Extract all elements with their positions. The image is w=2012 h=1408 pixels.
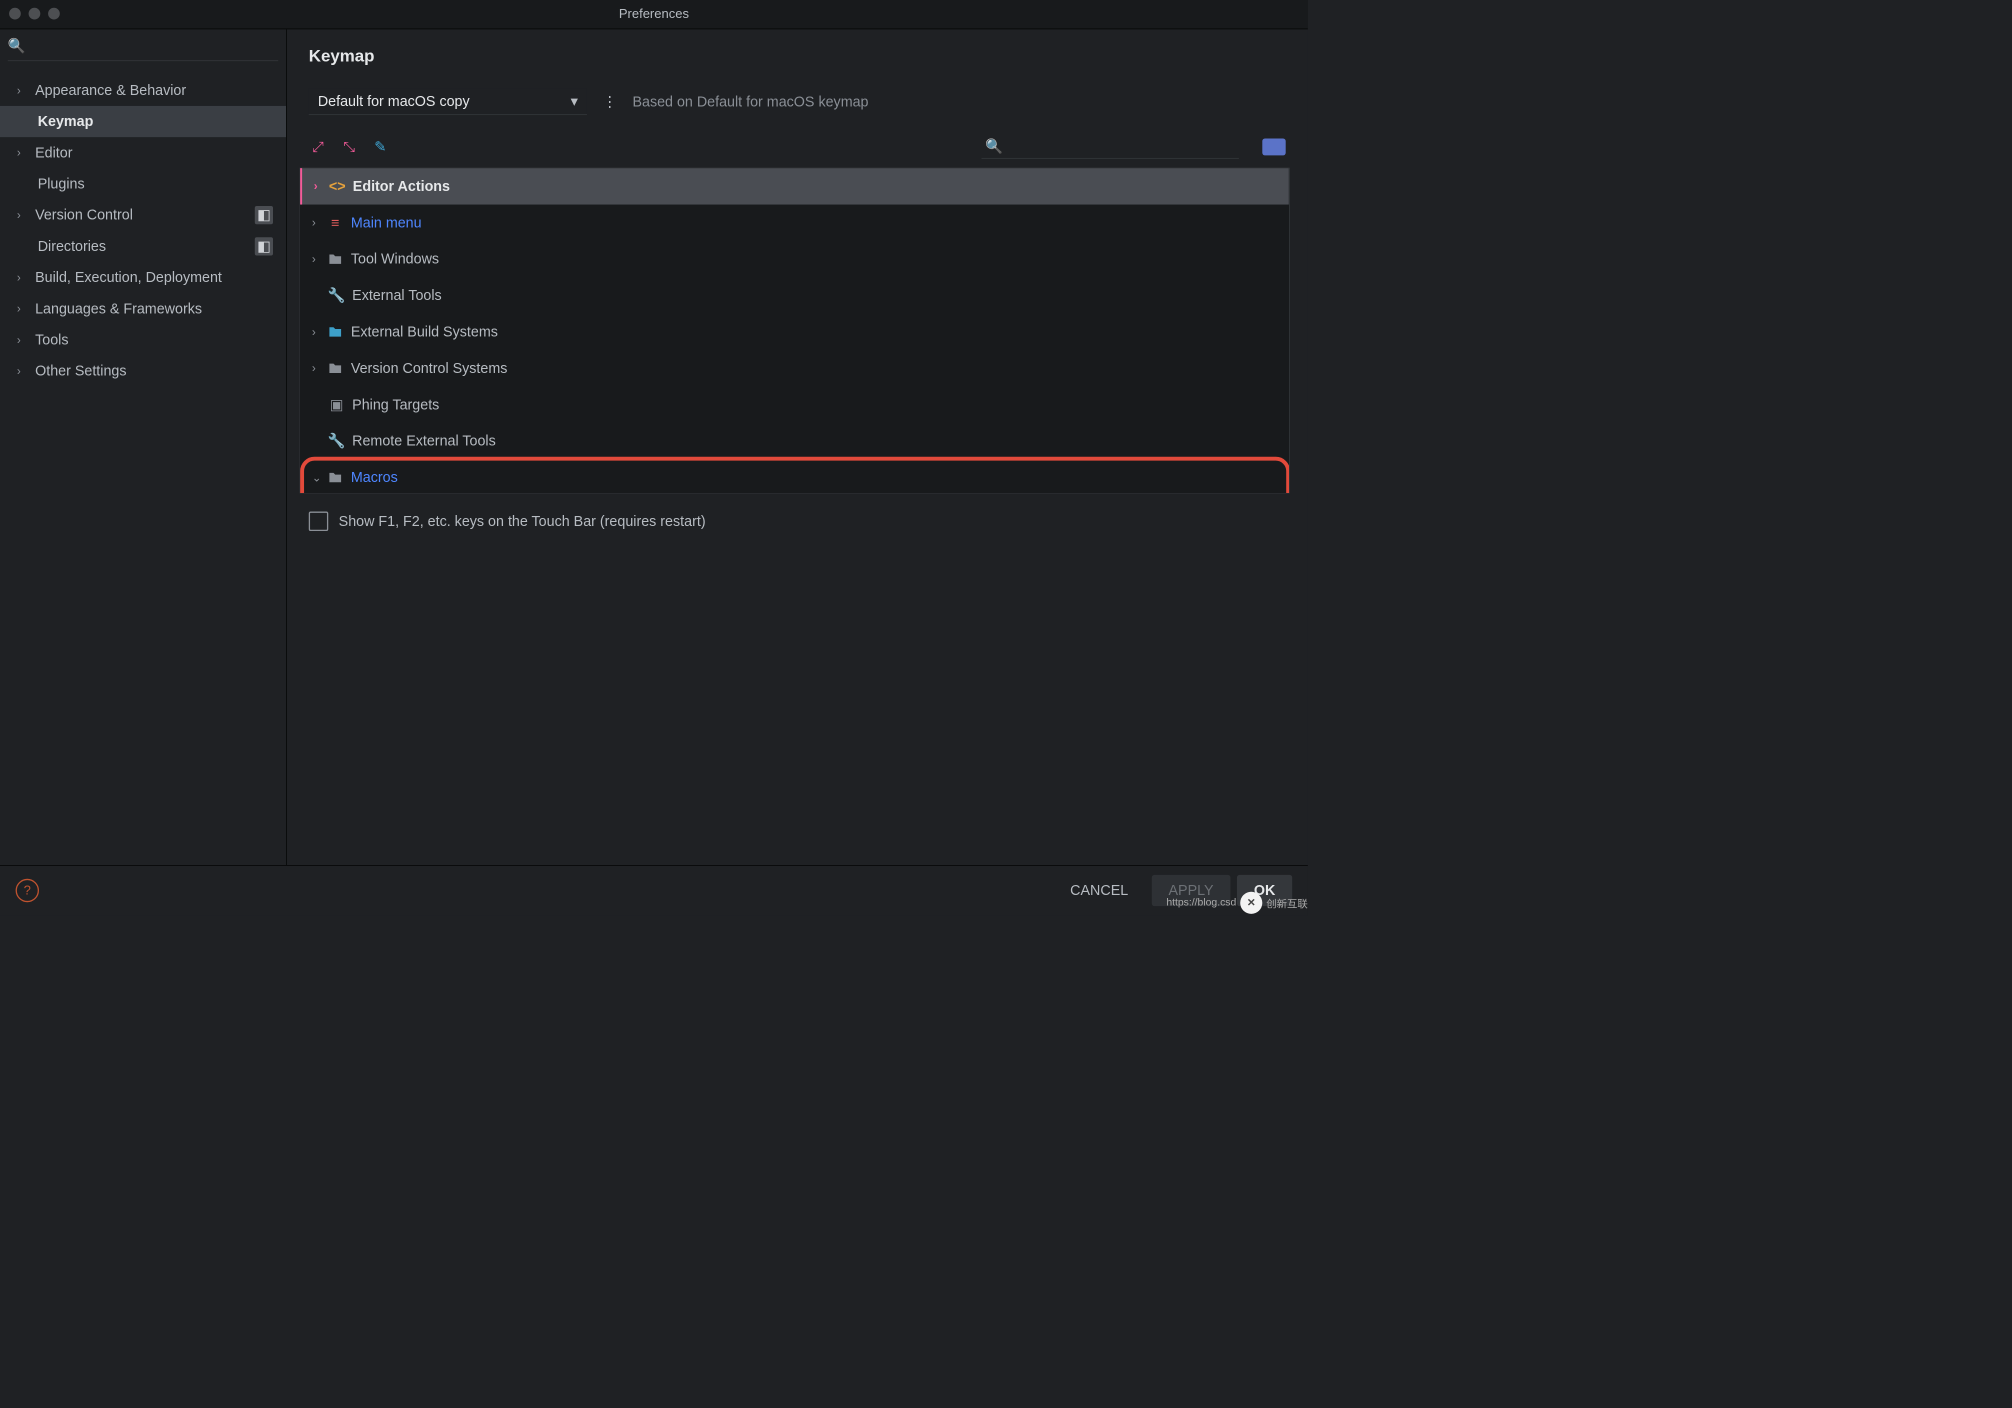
menu-icon: ≡ <box>326 214 344 231</box>
tree-item-external-tools[interactable]: 🔧 External Tools <box>300 278 1289 314</box>
watermark: https://blog.csd ✕ 创新互联 <box>1166 892 1307 914</box>
scheme-actions-icon[interactable]: ⋮ <box>603 93 617 110</box>
tree-item-tool-windows[interactable]: › Tool Windows <box>300 241 1289 277</box>
chevron-right-icon: › <box>17 208 29 222</box>
minimize-window-icon[interactable] <box>29 8 41 20</box>
sidebar-item-keymap[interactable]: Keymap <box>0 106 286 137</box>
watermark-logo-icon: ✕ <box>1240 892 1262 914</box>
folder-icon <box>326 326 344 338</box>
sidebar-item-plugins[interactable]: Plugins <box>0 168 286 199</box>
tree-item-label: Editor Actions <box>353 178 450 195</box>
tree-item-label: Phing Targets <box>352 397 439 414</box>
folder-icon <box>326 253 344 265</box>
expand-all-icon[interactable]: ⤢ <box>309 137 327 155</box>
sidebar-item-label: Languages & Frameworks <box>35 300 202 317</box>
help-icon[interactable]: ? <box>16 879 39 902</box>
phing-icon: ▣ <box>328 397 346 414</box>
watermark-url: https://blog.csd <box>1166 897 1236 909</box>
folder-icon <box>326 363 344 375</box>
chevron-right-icon: › <box>312 325 326 339</box>
sidebar-item-editor[interactable]: › Editor <box>0 137 286 168</box>
search-icon: 🔍 <box>985 138 1003 155</box>
sidebar-item-label: Plugins <box>38 176 85 193</box>
tree-item-label: External Tools <box>352 287 442 304</box>
based-on-label: Based on Default for macOS keymap <box>632 93 868 110</box>
tree-item-phing-targets[interactable]: ▣ Phing Targets <box>300 387 1289 423</box>
zoom-window-icon[interactable] <box>48 8 60 20</box>
chevron-right-icon: › <box>312 253 326 267</box>
watermark-brand: 创新互联 <box>1266 895 1308 911</box>
actions-search-input[interactable]: 🔍 <box>981 135 1238 159</box>
sidebar-item-label: Editor <box>35 144 72 161</box>
chevron-right-icon: › <box>17 84 29 98</box>
touchbar-checkbox[interactable] <box>309 511 329 531</box>
project-badge-icon: ◧ <box>255 206 273 224</box>
chevron-down-icon: ⌄ <box>312 471 326 485</box>
chevron-right-icon: › <box>17 364 29 378</box>
chevron-right-icon: › <box>314 180 328 194</box>
close-window-icon[interactable] <box>9 8 21 20</box>
sidebar-item-label: Tools <box>35 332 68 349</box>
chevron-right-icon: › <box>17 271 29 285</box>
sidebar-item-label: Appearance & Behavior <box>35 82 186 99</box>
tree-item-label: Remote External Tools <box>352 433 496 450</box>
sidebar-item-label: Keymap <box>38 113 94 130</box>
sidebar-item-other-settings[interactable]: › Other Settings <box>0 356 286 387</box>
chevron-right-icon: › <box>17 333 29 347</box>
wrench-icon: 🔧 <box>328 287 346 304</box>
tree-item-label: Main menu <box>351 214 422 231</box>
sidebar-item-directories[interactable]: Directories ◧ <box>0 231 286 262</box>
tree-item-label: Macros <box>351 469 398 486</box>
chevron-right-icon: › <box>17 302 29 316</box>
tree-item-remote-external-tools[interactable]: 🔧 Remote External Tools <box>300 423 1289 459</box>
actions-tree[interactable]: › <> Editor Actions › ≡ Main menu › Tool… <box>300 168 1290 493</box>
sidebar-item-label: Directories <box>38 238 106 255</box>
tree-item-external-build-systems[interactable]: › External Build Systems <box>300 314 1289 350</box>
sidebar-search[interactable]: 🔍 <box>0 29 286 71</box>
sidebar-item-label: Other Settings <box>35 363 126 380</box>
chevron-right-icon: › <box>312 216 326 230</box>
window-title: Preferences <box>619 7 689 22</box>
page-title: Keymap <box>309 46 1286 66</box>
window-controls <box>9 8 60 20</box>
keymap-scheme-value: Default for macOS copy <box>318 93 470 110</box>
sidebar-item-label: Build, Execution, Deployment <box>35 269 222 286</box>
wrench-icon: 🔧 <box>328 433 346 450</box>
preferences-sidebar: 🔍 ›Appearance & Behavior Keymap ›Editor … <box>0 29 287 865</box>
tree-item-label: Version Control Systems <box>351 360 508 377</box>
chevron-right-icon: › <box>17 146 29 160</box>
sidebar-item-vcs[interactable]: › Version Control ◧ <box>0 200 286 231</box>
tree-item-vcs[interactable]: › Version Control Systems <box>300 350 1289 386</box>
collapse-all-icon[interactable]: ⤡ <box>340 137 358 155</box>
titlebar: Preferences <box>0 0 1308 29</box>
project-badge-icon: ◧ <box>255 237 273 255</box>
sidebar-item-build[interactable]: › Build, Execution, Deployment <box>0 262 286 293</box>
tree-item-main-menu[interactable]: › ≡ Main menu <box>300 205 1289 241</box>
tree-item-label: External Build Systems <box>351 324 498 341</box>
cancel-button[interactable]: CANCEL <box>1053 875 1145 906</box>
code-icon: <> <box>328 178 346 195</box>
folder-icon <box>326 472 344 484</box>
sidebar-item-appearance[interactable]: › Appearance & Behavior <box>0 75 286 106</box>
sidebar-item-label: Version Control <box>35 207 133 224</box>
main-panel: Keymap Default for macOS copy ▾ ⋮ Based … <box>287 29 1308 865</box>
edit-icon[interactable]: ✎ <box>371 137 389 155</box>
sidebar-item-tools[interactable]: › Tools <box>0 324 286 355</box>
tree-item-macros[interactable]: ⌄ Macros <box>300 460 1289 493</box>
keymap-scheme-select[interactable]: Default for macOS copy ▾ <box>309 88 587 115</box>
chevron-down-icon: ▾ <box>571 93 578 110</box>
tree-item-editor-actions[interactable]: › <> Editor Actions <box>300 168 1289 204</box>
tree-item-label: Tool Windows <box>351 251 439 268</box>
dialog-footer: ? CANCEL APPLY OK <box>0 865 1308 915</box>
chevron-right-icon: › <box>312 362 326 376</box>
search-icon: 🔍 <box>8 38 26 55</box>
find-by-shortcut-icon[interactable] <box>1262 138 1285 155</box>
touchbar-checkbox-label: Show F1, F2, etc. keys on the Touch Bar … <box>339 513 706 530</box>
sidebar-item-languages[interactable]: › Languages & Frameworks <box>0 293 286 324</box>
